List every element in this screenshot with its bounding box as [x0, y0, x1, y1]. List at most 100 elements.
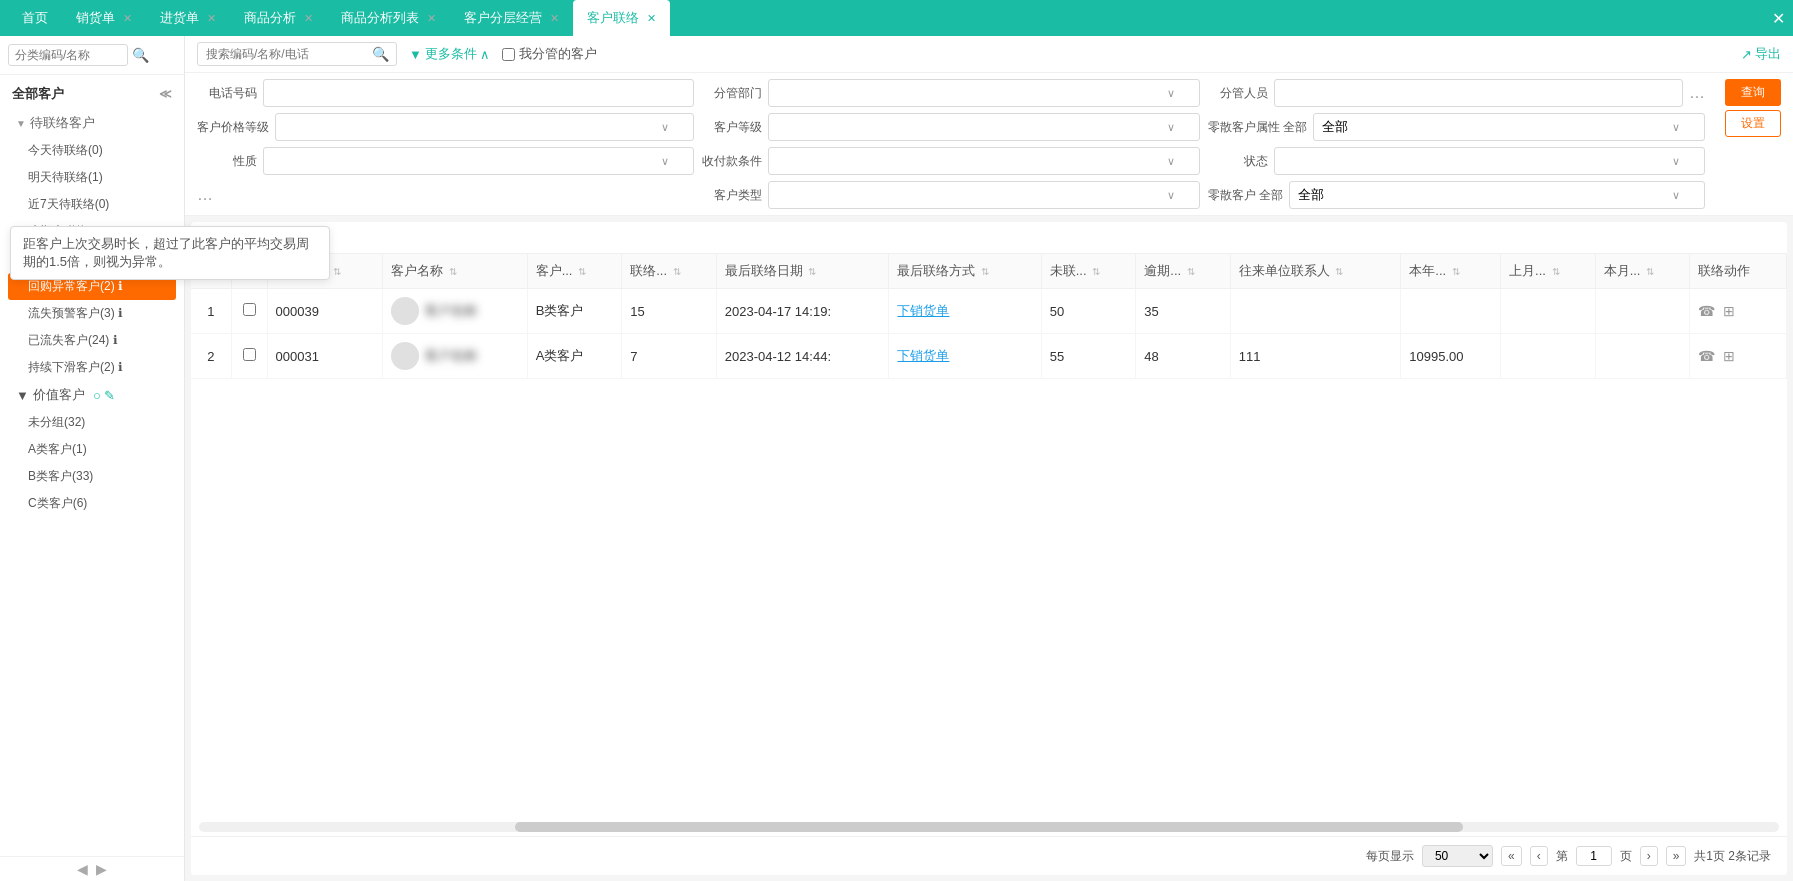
nav-purchase[interactable]: 进货单 ✕: [146, 0, 230, 36]
sidebar-item-class-a[interactable]: A类客户(1): [8, 436, 176, 463]
window-close-button[interactable]: ✕: [1772, 9, 1785, 28]
last-method-link-1[interactable]: 下销货单: [897, 303, 949, 318]
th-last-month[interactable]: 上月... ⇅: [1501, 254, 1596, 289]
filter-select-retail-attr[interactable]: 全部 ∨: [1313, 113, 1705, 141]
prev-page-button[interactable]: ‹: [1530, 846, 1548, 866]
last-page-button[interactable]: »: [1666, 846, 1687, 866]
filter-input-phone[interactable]: [263, 79, 694, 107]
filter-dots-manager[interactable]: …: [1689, 84, 1705, 102]
settings-button[interactable]: 设置: [1725, 110, 1781, 137]
sidebar-search-icon[interactable]: 🔍: [132, 47, 149, 63]
sidebar-collapse-icon[interactable]: ≪: [159, 87, 172, 101]
sidebar-item-lost[interactable]: 已流失客户(24) ℹ: [8, 327, 176, 354]
table-scroll[interactable]: 客户编码 ⇅ 客户名称 ⇅ 客户... ⇅: [191, 254, 1787, 818]
filter-select-customer-level[interactable]: ∨: [768, 113, 1199, 141]
th-contact-person[interactable]: 往来单位联系人 ⇅: [1230, 254, 1400, 289]
top-navigation: 首页 销货单 ✕ 进货单 ✕ 商品分析 ✕ 商品分析列表 ✕ 客户分层经营 ✕ …: [0, 0, 1793, 36]
sort-level-icon: ⇅: [578, 266, 586, 277]
nav-customer-contact[interactable]: 客户联络 ✕: [573, 0, 670, 36]
filter-select-retail-customer[interactable]: 全部 ∨: [1289, 181, 1705, 209]
td-uncontacted-1: 50: [1041, 289, 1136, 334]
action-phone-icon-1[interactable]: ☎: [1698, 303, 1715, 319]
th-contacts[interactable]: 联络... ⇅: [622, 254, 717, 289]
nav-customer-contact-close[interactable]: ✕: [647, 0, 656, 36]
sidebar-item-tomorrow-pending[interactable]: 明天待联络(1): [8, 164, 176, 191]
my-customers-checkbox[interactable]: [502, 48, 515, 61]
filter-cell-nature: 性质 ∨: [197, 147, 694, 175]
nav-customer-tier-close[interactable]: ✕: [550, 0, 559, 36]
query-button[interactable]: 查询: [1725, 79, 1781, 106]
th-overdue[interactable]: 逾期... ⇅: [1136, 254, 1231, 289]
nav-home[interactable]: 首页: [8, 0, 62, 36]
nav-product-list-close[interactable]: ✕: [427, 0, 436, 36]
th-last-date[interactable]: 最后联络日期 ⇅: [716, 254, 889, 289]
filter-label-price-level: 客户价格等级: [197, 119, 269, 136]
filter-select-price-level[interactable]: ∨: [275, 113, 694, 141]
action-more-icon-1[interactable]: ⊞: [1723, 303, 1735, 319]
filter-cell-dept: 分管部门 ∨: [702, 79, 1199, 107]
sidebar-all-customers-header[interactable]: 全部客户 ≪: [8, 79, 176, 109]
filter-top-bar: 🔍 ▼ 更多条件 ∧ 我分管的客户 ↗ 导出: [185, 36, 1793, 73]
filter-more-dots[interactable]: …: [197, 186, 213, 204]
nav-product-list[interactable]: 商品分析列表 ✕: [327, 0, 450, 36]
filter-select-status[interactable]: ∨: [1274, 147, 1705, 175]
page-input[interactable]: [1576, 846, 1612, 866]
filter-input-manager[interactable]: [1274, 79, 1683, 107]
customer-name-2: 客户名称: [425, 347, 477, 365]
row-2-checkbox[interactable]: [243, 348, 256, 361]
sidebar-all-customers-section: 全部客户 ≪ ▼ 待联络客户 今天待联络(0) 明天待联络(1) 近7天待联络(…: [0, 75, 184, 521]
nav-sales[interactable]: 销货单 ✕: [62, 0, 146, 36]
filter-cell-customer-level: 客户等级 ∨: [702, 113, 1199, 141]
next-page-button[interactable]: ›: [1640, 846, 1658, 866]
th-this-month[interactable]: 本月... ⇅: [1595, 254, 1690, 289]
first-page-button[interactable]: «: [1501, 846, 1522, 866]
more-conditions-label: 更多条件: [425, 45, 477, 63]
last-method-link-2[interactable]: 下销货单: [897, 348, 949, 363]
export-button[interactable]: ↗ 导出: [1741, 45, 1781, 63]
more-conditions-button[interactable]: ▼ 更多条件 ∧: [409, 45, 490, 63]
nav-product-analysis-close[interactable]: ✕: [304, 0, 313, 36]
th-action: 联络动作: [1690, 254, 1787, 289]
sidebar-group-pending-contact[interactable]: ▼ 待联络客户: [8, 109, 176, 137]
nav-customer-tier[interactable]: 客户分层经营 ✕: [450, 0, 573, 36]
td-num-2: 2: [191, 334, 231, 379]
scrollbar-thumb[interactable]: [515, 822, 1463, 832]
row-1-checkbox[interactable]: [243, 303, 256, 316]
nav-product-analysis[interactable]: 商品分析 ✕: [230, 0, 327, 36]
sidebar-value-edit-icon[interactable]: ○ ✎: [93, 388, 115, 403]
th-this-year[interactable]: 本年... ⇅: [1401, 254, 1501, 289]
filter-search-icon[interactable]: 🔍: [372, 46, 389, 62]
sidebar-search-input[interactable]: [8, 44, 128, 66]
filter-search-input[interactable]: [197, 42, 397, 66]
filter-select-payment[interactable]: ∨: [768, 147, 1199, 175]
sidebar-item-unclassified[interactable]: 未分组(32): [8, 409, 176, 436]
sidebar-value-customer-header[interactable]: ▼ 价值客户 ○ ✎: [8, 381, 176, 409]
sidebar-scroll-right-icon[interactable]: ▶: [96, 861, 107, 877]
nav-customer-contact-label: 客户联络: [587, 0, 639, 36]
th-uncontacted[interactable]: 未联... ⇅: [1041, 254, 1136, 289]
action-phone-icon-2[interactable]: ☎: [1698, 348, 1715, 364]
th-level-label: 客户...: [536, 263, 573, 278]
sidebar-all-customers-label: 全部客户: [12, 85, 64, 103]
horizontal-scrollbar[interactable]: [199, 822, 1779, 832]
nav-purchase-close[interactable]: ✕: [207, 0, 216, 36]
sort-code-icon: ⇅: [333, 266, 341, 277]
page-suffix: 页: [1620, 848, 1632, 865]
per-page-select[interactable]: 50 100 200: [1422, 845, 1493, 867]
th-last-method[interactable]: 最后联络方式 ⇅: [889, 254, 1041, 289]
th-name[interactable]: 客户名称 ⇅: [383, 254, 527, 289]
action-more-icon-2[interactable]: ⊞: [1723, 348, 1735, 364]
th-level[interactable]: 客户... ⇅: [527, 254, 622, 289]
nav-sales-close[interactable]: ✕: [123, 0, 132, 36]
filter-select-nature[interactable]: ∨: [263, 147, 694, 175]
filter-select-dept[interactable]: ∨: [768, 79, 1199, 107]
sidebar-item-class-c[interactable]: C类客户(6): [8, 490, 176, 517]
sidebar-item-loss-warning[interactable]: 流失预警客户(3) ℹ: [8, 300, 176, 327]
sidebar-item-7days-pending[interactable]: 近7天待联络(0): [8, 191, 176, 218]
sidebar-item-today-pending[interactable]: 今天待联络(0): [8, 137, 176, 164]
sidebar-scroll-left-icon[interactable]: ◀: [77, 861, 88, 877]
sidebar-item-declining[interactable]: 持续下滑客户(2) ℹ: [8, 354, 176, 381]
sidebar-value-arrow: ▼: [16, 388, 29, 403]
filter-select-customer-type[interactable]: ∨: [768, 181, 1199, 209]
sidebar-item-class-b[interactable]: B类客户(33): [8, 463, 176, 490]
